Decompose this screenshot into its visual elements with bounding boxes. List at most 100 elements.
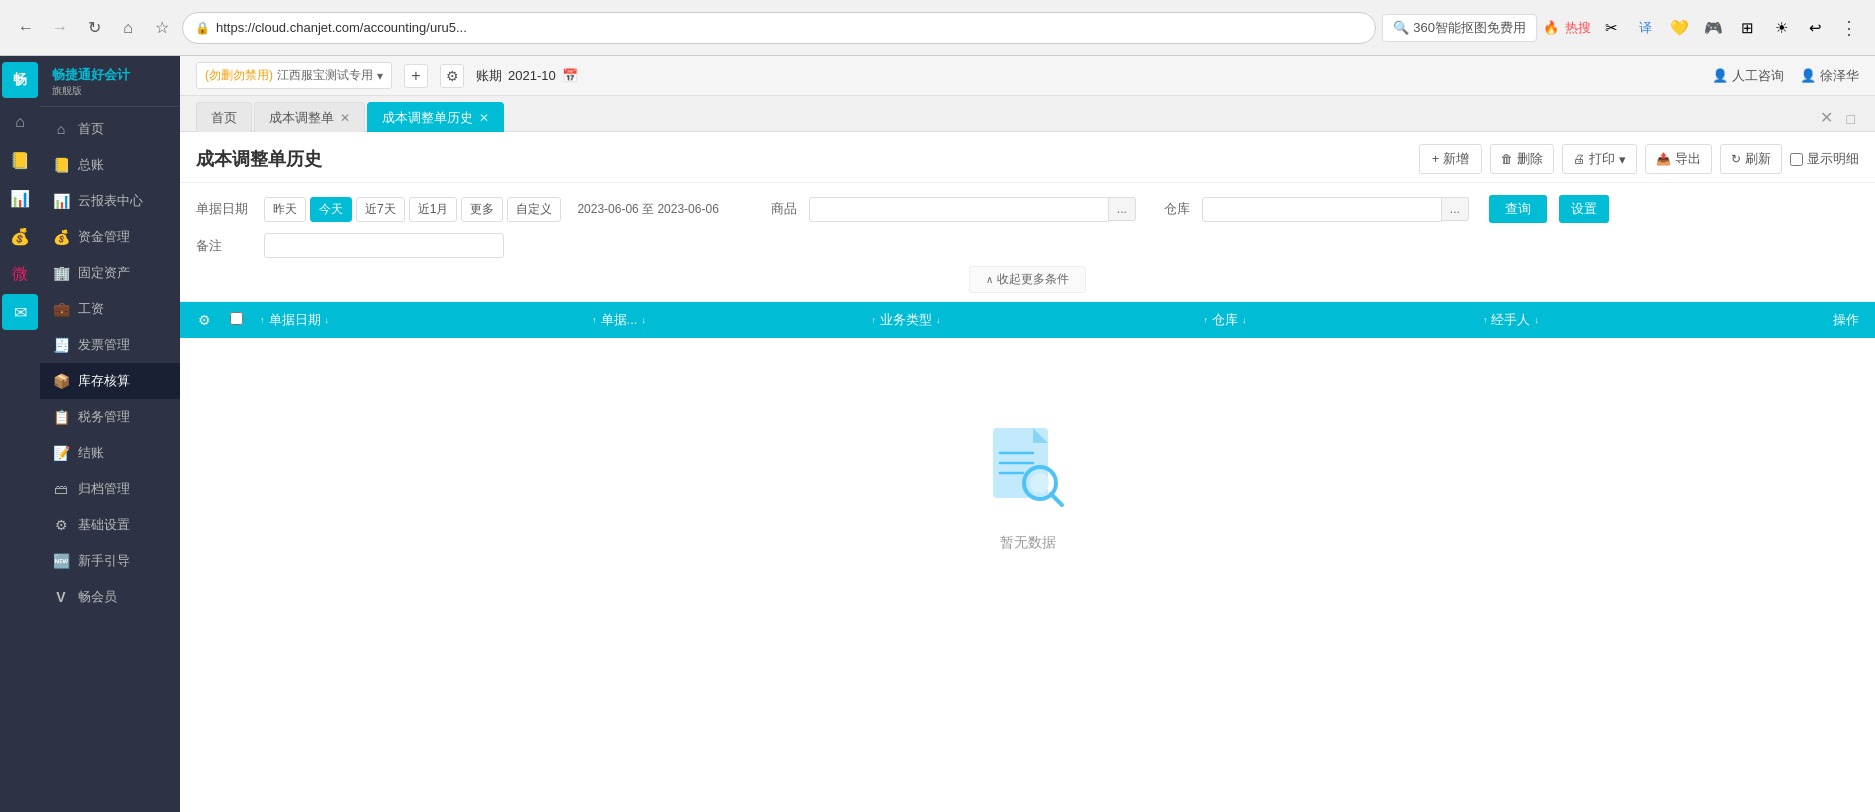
icon-bar-item-msg[interactable]: ✉: [2, 294, 38, 330]
delete-btn[interactable]: 🗑 删除: [1490, 144, 1554, 174]
goods-ellipsis-btn[interactable]: ...: [1109, 197, 1136, 221]
show-details-label[interactable]: 显示明细: [1790, 150, 1859, 168]
sort-up-icon4: ↑: [1204, 315, 1209, 325]
refresh-icon: ↻: [1731, 152, 1741, 166]
content-close-btn[interactable]: ✕: [1812, 108, 1841, 127]
date-btn-today[interactable]: 今天: [310, 197, 352, 222]
print-btn[interactable]: 🖨 打印 ▾: [1562, 144, 1637, 174]
ledger-icon: 📒: [52, 157, 70, 173]
tab-cost-adjust[interactable]: 成本调整单 ✕: [254, 102, 365, 132]
settings-filter-btn[interactable]: 设置: [1559, 195, 1609, 223]
icon-bar-item-finance[interactable]: 💰: [2, 218, 38, 254]
warehouse-ellipsis-btn[interactable]: ...: [1442, 197, 1469, 221]
sidebar-item-ledger[interactable]: 📒 总账: [40, 147, 180, 183]
search-bar-btn[interactable]: 🔍 360智能抠图免费用: [1382, 14, 1537, 42]
top-bar-right: 👤 人工咨询 👤 徐泽华: [1712, 67, 1859, 85]
settings-icon: ⚙: [52, 517, 70, 533]
th-biz-type[interactable]: ↑ 业务类型 ↓: [863, 311, 1195, 329]
sidebar-item-payroll[interactable]: 💼 工资: [40, 291, 180, 327]
th-date[interactable]: ↑ 单据日期 ↓: [252, 311, 584, 329]
undo-btn[interactable]: ↩: [1801, 14, 1829, 42]
refresh-btn[interactable]: ↻ 刷新: [1720, 144, 1782, 174]
forward-button[interactable]: →: [46, 14, 74, 42]
date-btn-1month[interactable]: 近1月: [409, 197, 458, 222]
sidebar-item-vip[interactable]: V 畅会员: [40, 579, 180, 615]
icon-bar-item-reports[interactable]: 📊: [2, 180, 38, 216]
note-filter-label: 备注: [196, 237, 252, 255]
invoice-icon: 🧾: [52, 337, 70, 353]
sidebar-item-finance[interactable]: 💰 资金管理: [40, 219, 180, 255]
select-all-checkbox[interactable]: [230, 312, 243, 325]
sidebar-item-label: 发票管理: [78, 336, 130, 354]
show-details-checkbox[interactable]: [1790, 153, 1803, 166]
sidebar-item-tax[interactable]: 📋 税务管理: [40, 399, 180, 435]
sidebar-item-reports[interactable]: 📊 云报表中心: [40, 183, 180, 219]
th-order[interactable]: ↑ 单据... ↓: [584, 311, 863, 329]
date-btn-7days[interactable]: 近7天: [356, 197, 405, 222]
star-button[interactable]: ☆: [148, 14, 176, 42]
company-settings-btn[interactable]: ⚙: [440, 64, 464, 88]
company-selector[interactable]: (勿删勿禁用) 江西服宝测试专用 ▾: [196, 62, 392, 89]
th-operator[interactable]: ↑ 经手人 ↓: [1475, 311, 1807, 329]
archive-icon: 🗃: [52, 481, 70, 497]
sort-up-icon: ↑: [260, 315, 265, 325]
goods-filter-input[interactable]: [809, 197, 1109, 222]
warehouse-filter-label: 仓库: [1164, 200, 1190, 218]
th-settings[interactable]: ⚙: [188, 312, 220, 328]
translate-btn[interactable]: 译: [1631, 14, 1659, 42]
browser-menu-btn[interactable]: ⋮: [1835, 14, 1863, 42]
sidebar: 畅捷通好会计 旗舰版 ⌂ 首页 📒 总账 📊 云报表中心 💰 资金管理 🏢 固定…: [40, 56, 180, 812]
tab-history-close[interactable]: ✕: [479, 111, 489, 125]
print-dropdown-icon: ▾: [1619, 152, 1626, 167]
th-checkbox[interactable]: [220, 312, 252, 328]
tab-cost-adjust-close[interactable]: ✕: [340, 111, 350, 125]
wallet-btn[interactable]: 💛: [1665, 14, 1693, 42]
icon-bar-item-home[interactable]: ⌂: [2, 104, 38, 140]
tab-cost-adjust-history[interactable]: 成本调整单历史 ✕: [367, 102, 504, 132]
collapse-btn[interactable]: ∧ 收起更多条件: [969, 266, 1086, 293]
date-btn-custom[interactable]: 自定义: [507, 197, 561, 222]
warehouse-filter-input[interactable]: [1202, 197, 1442, 222]
sidebar-item-label: 畅会员: [78, 588, 117, 606]
icon-bar-logo[interactable]: 畅: [2, 62, 38, 98]
tab-home[interactable]: 首页: [196, 102, 252, 132]
sidebar-item-settings[interactable]: ⚙ 基础设置: [40, 507, 180, 543]
grid-btn[interactable]: ⊞: [1733, 14, 1761, 42]
icon-bar-item-ledger[interactable]: 📒: [2, 142, 38, 178]
sort-up-icon3: ↑: [871, 315, 876, 325]
game-btn[interactable]: 🎮: [1699, 14, 1727, 42]
back-button[interactable]: ←: [12, 14, 40, 42]
theme-btn[interactable]: ☀: [1767, 14, 1795, 42]
hot-search-icon: 🔥: [1543, 20, 1559, 35]
sidebar-item-assets[interactable]: 🏢 固定资产: [40, 255, 180, 291]
collapse-icon: ∧: [986, 274, 993, 285]
refresh-button[interactable]: ↻: [80, 14, 108, 42]
sidebar-logo: 畅捷通好会计 旗舰版: [40, 56, 180, 107]
new-btn[interactable]: + 新增: [1419, 144, 1482, 174]
sidebar-item-home[interactable]: ⌂ 首页: [40, 111, 180, 147]
window-maximize-btn[interactable]: □: [1843, 111, 1859, 127]
home-button[interactable]: ⌂: [114, 14, 142, 42]
icon-bar-item-weibo[interactable]: 微: [2, 256, 38, 292]
sidebar-item-guide[interactable]: 🆕 新手引导: [40, 543, 180, 579]
service-btn[interactable]: 👤 人工咨询: [1712, 67, 1784, 85]
sidebar-item-invoice[interactable]: 🧾 发票管理: [40, 327, 180, 363]
sidebar-item-closing[interactable]: 📝 结账: [40, 435, 180, 471]
calendar-icon[interactable]: 📅: [562, 68, 578, 83]
date-btn-yesterday[interactable]: 昨天: [264, 197, 306, 222]
collapse-label: 收起更多条件: [997, 271, 1069, 288]
sidebar-item-archive[interactable]: 🗃 归档管理: [40, 471, 180, 507]
scissors-btn[interactable]: ✂: [1597, 14, 1625, 42]
export-btn[interactable]: 📤 导出: [1645, 144, 1712, 174]
period-info: 账期 2021-10 📅: [476, 67, 578, 85]
user-info[interactable]: 👤 徐泽华: [1800, 67, 1859, 85]
query-btn[interactable]: 查询: [1489, 195, 1547, 223]
address-bar[interactable]: 🔒 https://cloud.chanjet.com/accounting/u…: [182, 12, 1376, 44]
add-company-btn[interactable]: +: [404, 64, 428, 88]
th-warehouse[interactable]: ↑ 仓库 ↓: [1196, 311, 1475, 329]
sidebar-item-label: 总账: [78, 156, 104, 174]
sidebar-item-inventory[interactable]: 📦 库存核算: [40, 363, 180, 399]
date-btn-more[interactable]: 更多: [461, 197, 503, 222]
delete-icon: 🗑: [1501, 152, 1513, 166]
note-filter-input[interactable]: [264, 233, 504, 258]
